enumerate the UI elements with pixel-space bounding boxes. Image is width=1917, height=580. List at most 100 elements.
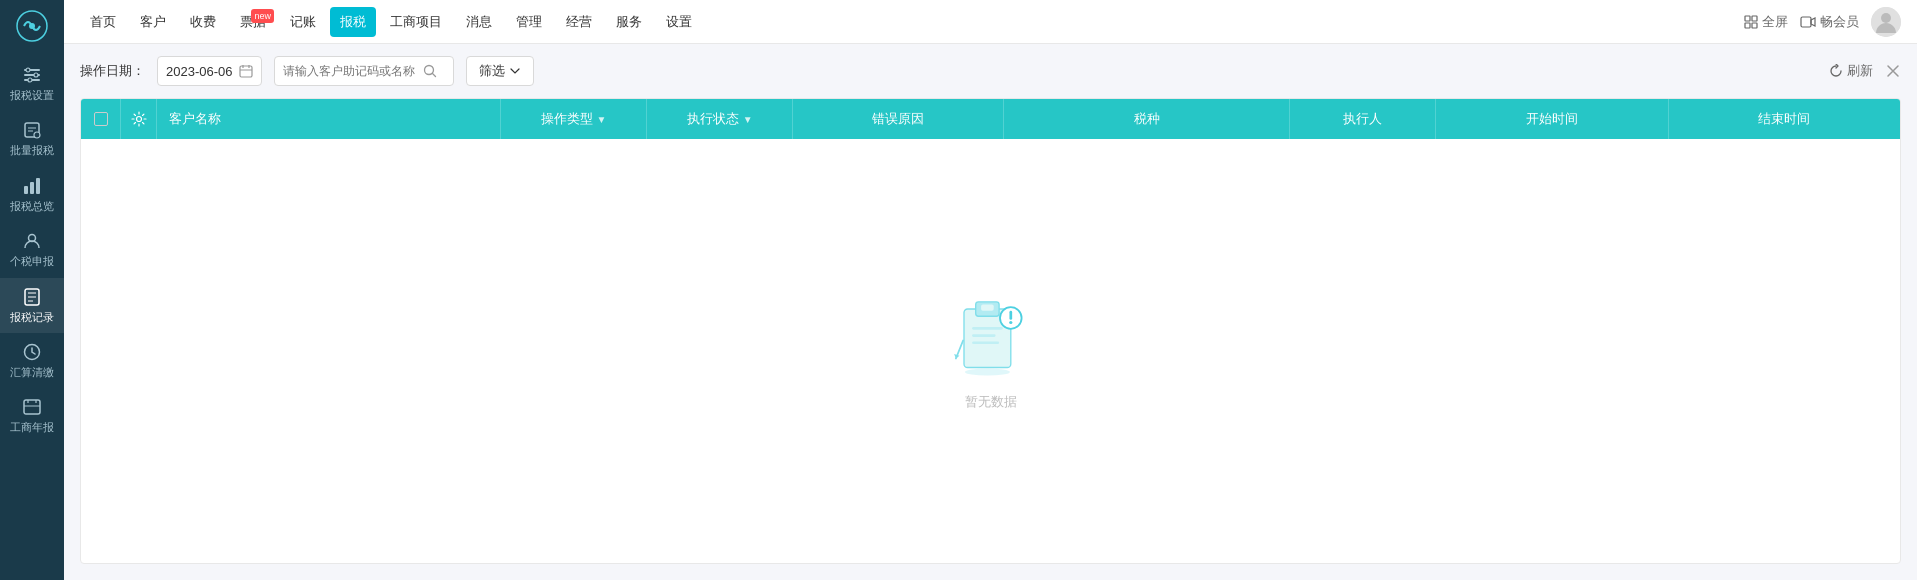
- svg-rect-16: [24, 400, 40, 414]
- th-checkbox[interactable]: [81, 99, 121, 139]
- search-input-wrap[interactable]: [274, 56, 454, 86]
- avatar-image: [1871, 7, 1901, 37]
- empty-text: 暂无数据: [965, 393, 1017, 411]
- nav-item-accounts[interactable]: 记账: [280, 7, 326, 37]
- svg-rect-24: [240, 66, 252, 77]
- nav-item-settings[interactable]: 设置: [656, 7, 702, 37]
- chevron-down-icon: [509, 65, 521, 77]
- gear-icon: [131, 111, 147, 127]
- overview-icon: [21, 175, 43, 197]
- filter-label: 筛选: [479, 62, 505, 80]
- fullscreen-icon: [1744, 15, 1758, 29]
- search-input[interactable]: [283, 64, 423, 78]
- svg-rect-29: [981, 305, 994, 311]
- svg-rect-31: [972, 334, 995, 337]
- sidebar-item-batch-tax[interactable]: 批量报税: [0, 111, 64, 166]
- sidebar-item-tax-overview[interactable]: 报税总览: [0, 167, 64, 222]
- nav-item-home[interactable]: 首页: [80, 7, 126, 37]
- top-nav: 首页 客户 收费 票据 new 记账 报税 工商项目 消息 管理 经营 服务 设…: [64, 0, 1917, 44]
- nav-item-tax[interactable]: 报税: [330, 7, 376, 37]
- svg-rect-32: [972, 341, 999, 344]
- close-icon: [1885, 63, 1901, 79]
- annual-icon: [21, 396, 43, 418]
- video-icon: [1800, 14, 1816, 30]
- refresh-label: 刷新: [1847, 62, 1873, 80]
- member-button[interactable]: 畅会员: [1800, 13, 1859, 31]
- sidebar-item-tax-settings[interactable]: 报税设置: [0, 56, 64, 111]
- th-error: 错误原因: [793, 99, 1004, 139]
- svg-rect-18: [1752, 16, 1757, 21]
- records-icon: [21, 286, 43, 308]
- svg-rect-20: [1752, 23, 1757, 28]
- date-input[interactable]: 2023-06-06: [157, 56, 262, 86]
- filter-button[interactable]: 筛选: [466, 56, 534, 86]
- op-type-filter-icon[interactable]: ▼: [597, 114, 607, 125]
- th-op-type: 操作类型 ▼: [501, 99, 647, 139]
- top-nav-right: 全屏 畅会员: [1744, 7, 1901, 37]
- svg-point-26: [136, 117, 141, 122]
- th-tax: 税种: [1004, 99, 1290, 139]
- sidebar-item-label: 汇算清缴: [10, 365, 54, 380]
- svg-point-6: [34, 73, 38, 77]
- nav-item-messages[interactable]: 消息: [456, 7, 502, 37]
- date-value: 2023-06-06: [166, 64, 233, 79]
- sidebar-item-tax-records[interactable]: 报税记录: [0, 278, 64, 333]
- th-exec-status: 执行状态 ▼: [647, 99, 793, 139]
- svg-point-9: [34, 132, 40, 138]
- close-button[interactable]: [1885, 63, 1901, 79]
- sidebar: 报税设置 批量报税 报税总览 个税申报: [0, 0, 64, 580]
- svg-rect-10: [24, 186, 28, 194]
- nav-item-customer[interactable]: 客户: [130, 7, 176, 37]
- sidebar-item-label: 报税设置: [10, 88, 54, 103]
- fullscreen-button[interactable]: 全屏: [1744, 13, 1788, 31]
- sidebar-item-label: 报税总览: [10, 199, 54, 214]
- refresh-button[interactable]: 刷新: [1829, 62, 1873, 80]
- table-header: 客户名称 操作类型 ▼ 执行状态 ▼ 错误原因 税种 执行人: [81, 99, 1900, 139]
- empty-state: 暂无数据: [926, 271, 1056, 431]
- search-icon: [423, 64, 437, 78]
- svg-rect-12: [36, 178, 40, 194]
- th-gear[interactable]: [121, 99, 157, 139]
- toolbar: 操作日期： 2023-06-06 筛选: [64, 44, 1917, 98]
- nav-item-management[interactable]: 管理: [506, 7, 552, 37]
- date-label: 操作日期：: [80, 62, 145, 80]
- th-end-time: 结束时间: [1669, 99, 1900, 139]
- svg-point-7: [28, 78, 32, 82]
- settings-icon: [21, 64, 43, 86]
- refresh-icon: [1829, 64, 1843, 78]
- sidebar-item-annual-report[interactable]: 工商年报: [0, 388, 64, 443]
- content-area: 操作日期： 2023-06-06 筛选: [64, 44, 1917, 580]
- svg-point-5: [26, 68, 30, 72]
- fullscreen-label: 全屏: [1762, 13, 1788, 31]
- nav-item-operations[interactable]: 经营: [556, 7, 602, 37]
- svg-rect-11: [30, 182, 34, 194]
- nav-item-invoice[interactable]: 票据 new: [230, 7, 276, 37]
- nav-item-billing[interactable]: 收费: [180, 7, 226, 37]
- empty-illustration: [946, 291, 1036, 381]
- avatar[interactable]: [1871, 7, 1901, 37]
- sidebar-item-personal-tax[interactable]: 个税申报: [0, 222, 64, 277]
- personal-icon: [21, 230, 43, 252]
- new-badge: new: [251, 9, 274, 23]
- member-label: 畅会员: [1820, 13, 1859, 31]
- sidebar-item-label: 个税申报: [10, 254, 54, 269]
- svg-point-35: [1009, 321, 1012, 324]
- svg-rect-21: [1801, 17, 1811, 27]
- exec-status-filter-icon[interactable]: ▼: [743, 114, 753, 125]
- svg-rect-17: [1745, 16, 1750, 21]
- toolbar-right: 刷新: [1829, 62, 1901, 80]
- select-all-checkbox[interactable]: [94, 112, 108, 126]
- svg-rect-19: [1745, 23, 1750, 28]
- svg-rect-34: [1009, 311, 1012, 320]
- sidebar-item-label: 批量报税: [10, 143, 54, 158]
- th-executor: 执行人: [1290, 99, 1436, 139]
- nav-items: 首页 客户 收费 票据 new 记账 报税 工商项目 消息 管理 经营 服务 设…: [80, 7, 1744, 37]
- sidebar-item-settlement[interactable]: 汇算清缴: [0, 333, 64, 388]
- nav-item-services[interactable]: 服务: [606, 7, 652, 37]
- svg-rect-30: [972, 327, 1003, 330]
- nav-item-business[interactable]: 工商项目: [380, 7, 452, 37]
- svg-point-1: [29, 23, 35, 29]
- settlement-icon: [21, 341, 43, 363]
- app-logo[interactable]: [14, 8, 50, 44]
- svg-point-23: [1881, 13, 1891, 23]
